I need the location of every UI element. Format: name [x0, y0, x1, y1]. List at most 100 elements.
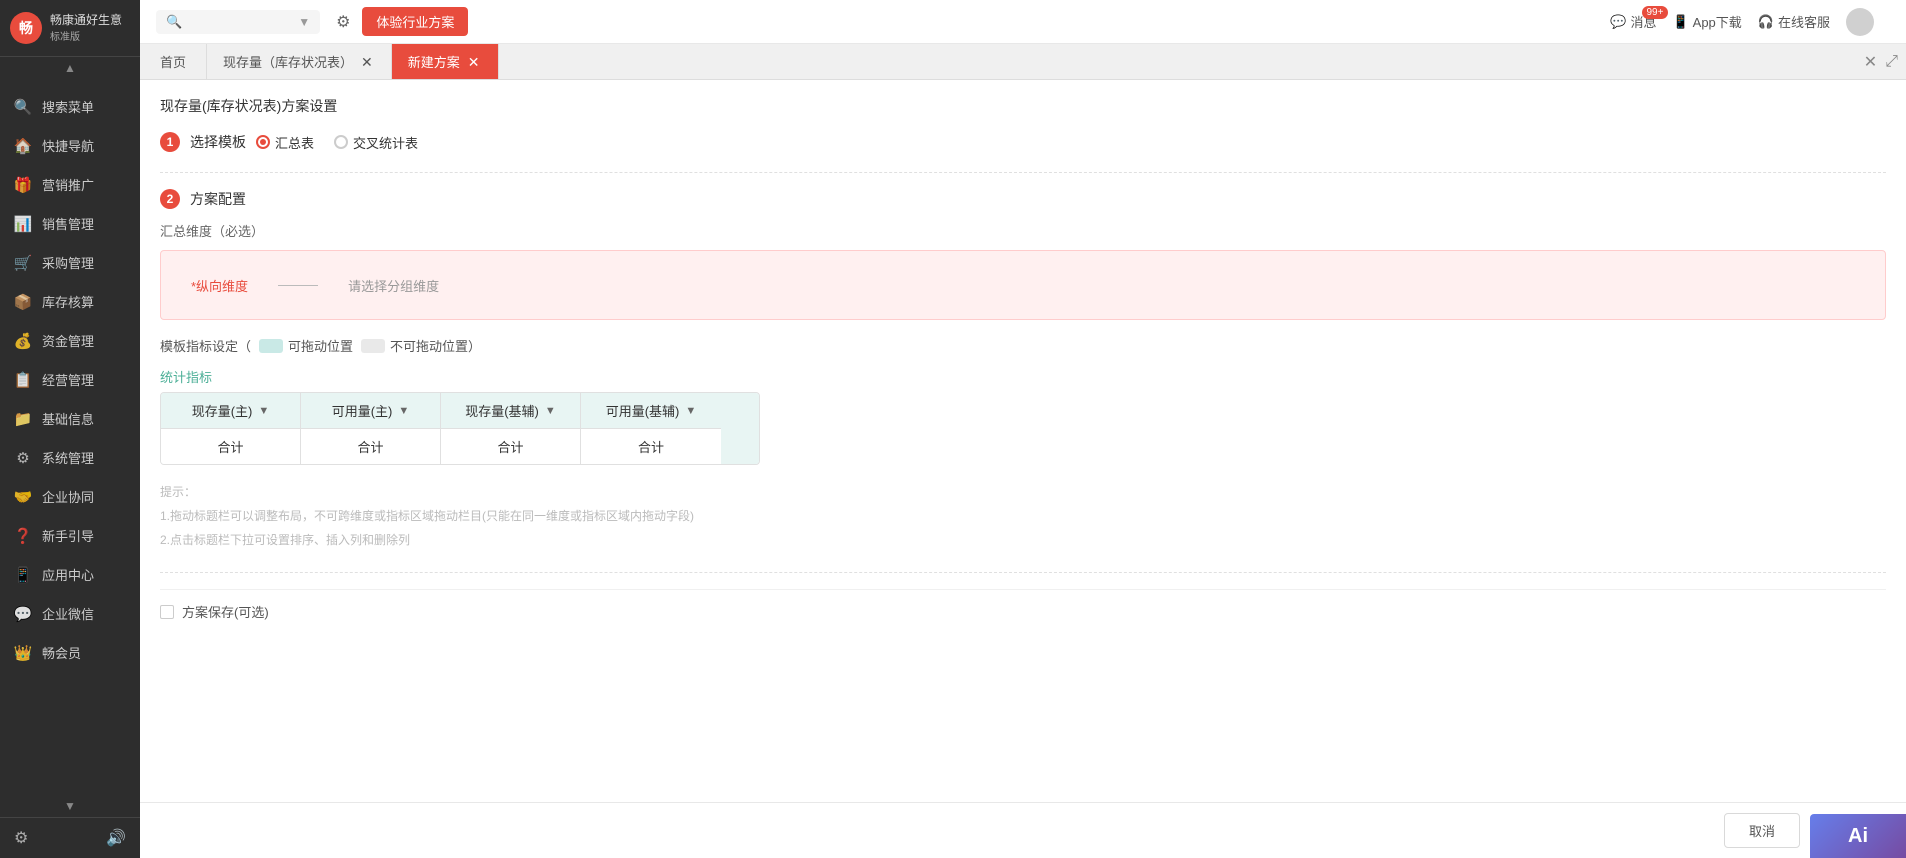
stats-section: 统计指标 现存量(主) ▼ 合计	[160, 367, 1886, 468]
cancel-button[interactable]: 取消	[1724, 813, 1800, 848]
search-input[interactable]	[188, 15, 288, 29]
sidebar-item-member[interactable]: 👑 畅会员	[0, 633, 140, 672]
sidebar-item-sales-mgmt[interactable]: 📊 销售管理	[0, 204, 140, 243]
system-mgmt-icon: ⚙	[14, 449, 32, 467]
basic-info-icon: 📁	[14, 410, 32, 428]
section-config-header: 2 方案配置	[160, 189, 1886, 209]
save-checkbox[interactable]	[160, 605, 174, 619]
dimension-separator	[278, 285, 318, 286]
sidebar-item-business-mgmt[interactable]: 📋 经营管理	[0, 360, 140, 399]
trial-button[interactable]: 体验行业方案	[362, 7, 468, 36]
sidebar-item-finance[interactable]: 💰 资金管理	[0, 321, 140, 360]
stats-col-0-header[interactable]: 现存量(主) ▼	[161, 393, 300, 429]
sidebar-item-purchase-mgmt[interactable]: 🛒 采购管理	[0, 243, 140, 282]
app-download-icon: 📱	[1672, 14, 1688, 30]
tab-expand-icon[interactable]: ⤢	[1885, 53, 1898, 71]
stats-col-0-cell: 合计	[161, 429, 300, 464]
sound-icon[interactable]: 🔊	[106, 828, 126, 848]
bottom-action-bar: 取消 查询	[140, 802, 1906, 858]
sidebar-item-inventory[interactable]: 📦 库存核算	[0, 282, 140, 321]
tip-line-1: 1.拖动标题栏可以调整布局，不可跨维度或指标区域拖动栏目(只能在同一维度或指标区…	[160, 504, 1886, 528]
app-download-label: App下载	[1693, 12, 1742, 31]
topbar-settings-icon[interactable]: ⚙	[336, 12, 350, 32]
tip-line-2: 2.点击标题栏下拉可设置排序、插入列和删除列	[160, 528, 1886, 552]
sidebar-item-wechat[interactable]: 💬 企业微信	[0, 594, 140, 633]
sidebar-item-search-menu[interactable]: 🔍 搜索菜单	[0, 87, 140, 126]
page-title: 现存量(库存状况表)方案设置	[160, 96, 1886, 116]
stats-col-1: 可用量(主) ▼ 合计	[301, 393, 441, 464]
sidebar-scroll-down[interactable]: ▼	[0, 795, 140, 817]
tab-close-icon[interactable]: ✕	[1864, 52, 1877, 72]
topbar: 🔍 ▼ ⚙ 体验行业方案 💬 消息 99+ 📱 App下载 🎧 在线客服	[140, 0, 1906, 44]
sidebar-item-label: 企业协同	[42, 487, 94, 506]
online-service-button[interactable]: 🎧 在线客服	[1758, 12, 1830, 31]
sidebar-item-marketing[interactable]: 🎁 营销推广	[0, 165, 140, 204]
col-2-chevron-icon: ▼	[545, 405, 556, 417]
sidebar-item-shortcut-nav[interactable]: 🏠 快捷导航	[0, 126, 140, 165]
tab-new-plan[interactable]: 新建方案 ✕	[392, 44, 499, 79]
tab-new-plan-close[interactable]: ✕	[466, 55, 482, 69]
tip-prompt: 提示：	[160, 480, 1886, 504]
wechat-icon: 💬	[14, 605, 32, 623]
col-3-chevron-icon: ▼	[685, 405, 696, 417]
sidebar-item-new-guide[interactable]: ❓ 新手引导	[0, 516, 140, 555]
legend-non-draggable: 不可拖动位置）	[361, 336, 481, 355]
sidebar-logo: 畅 畅康通好生意 标准版	[0, 0, 140, 57]
tips-section: 提示： 1.拖动标题栏可以调整布局，不可跨维度或指标区域拖动栏目(只能在同一维度…	[160, 480, 1886, 552]
sidebar-scroll-up[interactable]: ▲	[0, 57, 140, 79]
indicator-settings: 模板指标设定（ 可拖动位置 不可拖动位置）	[160, 336, 1886, 355]
sidebar-item-app-center[interactable]: 📱 应用中心	[0, 555, 140, 594]
sidebar-item-label: 企业微信	[42, 604, 94, 623]
content-inner: 现存量(库存状况表)方案设置 1 选择模板 汇总表 交叉统计表	[140, 80, 1906, 802]
section-divider-2	[160, 572, 1886, 573]
bottom-save: 方案保存(可选)	[160, 589, 1886, 621]
service-label: 在线客服	[1778, 12, 1830, 31]
stats-col-2-header[interactable]: 现存量(基辅) ▼	[441, 393, 580, 429]
stats-col-3-header[interactable]: 可用量(基辅) ▼	[581, 393, 721, 429]
scroll-up-icon[interactable]: ▲	[64, 59, 76, 77]
sidebar-item-label: 基础信息	[42, 409, 94, 428]
content-area: 现存量(库存状况表)方案设置 1 选择模板 汇总表 交叉统计表	[140, 80, 1906, 802]
radio-cross[interactable]: 交叉统计表	[334, 133, 418, 152]
settings-icon[interactable]: ⚙	[14, 828, 28, 848]
section2-title: 方案配置	[190, 189, 246, 209]
sidebar-item-label: 经营管理	[42, 370, 94, 389]
ai-float-button[interactable]: Ai	[1810, 814, 1906, 858]
save-checkbox-label: 方案保存(可选)	[182, 602, 269, 621]
sidebar-item-label: 库存核算	[42, 292, 94, 311]
dimension-area[interactable]: *纵向维度 请选择分组维度	[160, 250, 1886, 320]
tab-inventory-status-label: 现存量（库存状况表）	[223, 52, 353, 71]
sidebar-item-basic-info[interactable]: 📁 基础信息	[0, 399, 140, 438]
radio-cross-dot	[334, 135, 348, 149]
app-download-button[interactable]: 📱 App下载	[1672, 12, 1741, 31]
tab-inventory-status[interactable]: 现存量（库存状况表） ✕	[207, 44, 392, 79]
business-mgmt-icon: 📋	[14, 371, 32, 389]
radio-summary[interactable]: 汇总表	[256, 133, 314, 152]
dimension-label: 汇总维度（必选）	[160, 221, 1886, 240]
search-menu-icon: 🔍	[14, 98, 32, 116]
sidebar-item-label: 销售管理	[42, 214, 94, 233]
message-button[interactable]: 💬 消息 99+	[1610, 12, 1656, 31]
sidebar-item-enterprise[interactable]: 🤝 企业协同	[0, 477, 140, 516]
radio-summary-label: 汇总表	[275, 133, 314, 152]
sidebar-item-label: 应用中心	[42, 565, 94, 584]
section-template-header: 1 选择模板 汇总表 交叉统计表	[160, 132, 1886, 152]
section1-title: 选择模板	[190, 132, 246, 152]
search-dropdown-icon[interactable]: ▼	[298, 15, 310, 29]
message-badge: 99+	[1642, 6, 1669, 19]
tab-home[interactable]: 首页	[140, 44, 207, 79]
sidebar-item-label: 营销推广	[42, 175, 94, 194]
sidebar-item-label: 资金管理	[42, 331, 94, 350]
stats-col-1-cell: 合计	[301, 429, 440, 464]
topbar-right: 💬 消息 99+ 📱 App下载 🎧 在线客服	[1610, 8, 1890, 36]
tab-inventory-status-close[interactable]: ✕	[359, 55, 375, 69]
stats-col-0: 现存量(主) ▼ 合计	[161, 393, 301, 464]
topbar-search-container: 🔍 ▼	[156, 10, 320, 34]
vertical-dimension-label: *纵向维度	[191, 276, 248, 295]
sidebar-item-label: 新手引导	[42, 526, 94, 545]
sidebar-item-system-mgmt[interactable]: ⚙ 系统管理	[0, 438, 140, 477]
scroll-down-icon[interactable]: ▼	[64, 797, 76, 815]
tabs-bar-right: ✕ ⤢	[1864, 52, 1906, 72]
stats-col-1-header[interactable]: 可用量(主) ▼	[301, 393, 440, 429]
user-avatar	[1846, 8, 1874, 36]
